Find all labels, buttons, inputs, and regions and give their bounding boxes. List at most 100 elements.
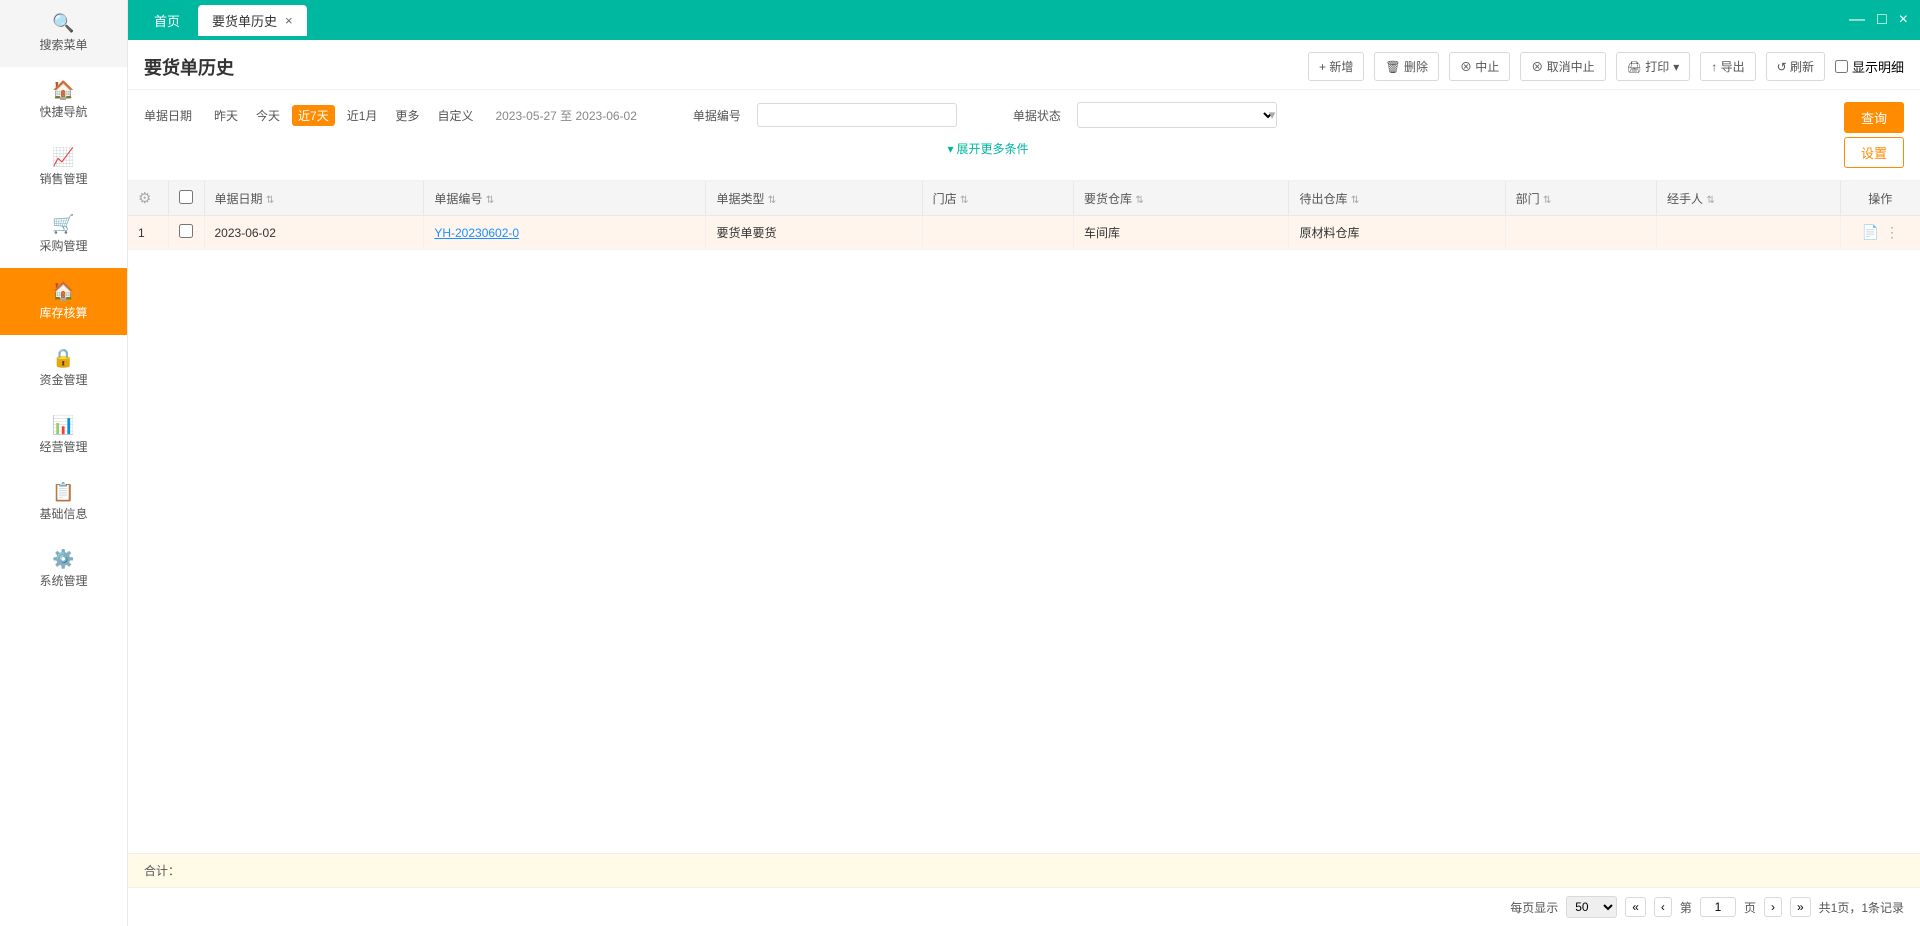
sidebar-item-finance[interactable]: 🔒 资金管理 xyxy=(0,335,127,402)
date-filter-label: 单据日期 xyxy=(144,107,192,124)
sort-pendingwarehouse-icon: ⇅ xyxy=(1351,195,1359,206)
cell-date: 2023-06-02 xyxy=(204,216,424,250)
topbar-close-icon[interactable]: × xyxy=(1899,11,1908,29)
query-button[interactable]: 查询 xyxy=(1844,102,1904,133)
cell-handler xyxy=(1657,216,1840,250)
sales-icon: 📈 xyxy=(52,148,74,166)
sidebar-item-sales[interactable]: 📈 销售管理 xyxy=(0,134,127,201)
export-button[interactable]: ↑ 导出 xyxy=(1700,52,1755,81)
row-more-icon[interactable]: ⋮ xyxy=(1885,224,1899,241)
col-department[interactable]: 部门 ⇅ xyxy=(1505,181,1656,216)
date-today[interactable]: 今天 xyxy=(250,105,286,126)
sidebar-item-search[interactable]: 🔍 搜索菜单 xyxy=(0,0,127,67)
page-label: 第 xyxy=(1680,899,1692,916)
settings-button[interactable]: 设置 xyxy=(1844,137,1904,168)
cell-index: 1 xyxy=(128,216,168,250)
sort-handler-icon: ⇅ xyxy=(1706,195,1714,206)
last-page-btn[interactable]: » xyxy=(1790,897,1811,917)
sidebar-item-label: 系统管理 xyxy=(39,572,87,589)
col-pending-warehouse[interactable]: 待出仓库 ⇅ xyxy=(1289,181,1505,216)
operation-icon: 📊 xyxy=(52,416,74,434)
filter-row-1: 单据日期 昨天 今天 近7天 近1月 更多 自定义 2023-05-27 至 2… xyxy=(144,102,1832,128)
current-tab[interactable]: 要货单历史 × xyxy=(198,5,307,36)
sidebar-item-label: 搜索菜单 xyxy=(39,36,87,53)
sidebar-item-label: 基础信息 xyxy=(39,505,87,522)
table-row: 1 2023-06-02 YH-20230602-0 要货单要货 车间库 原材料… xyxy=(128,216,1920,250)
sidebar-item-purchase[interactable]: 🛒 采购管理 xyxy=(0,201,127,268)
current-page-input[interactable] xyxy=(1700,897,1736,917)
inventory-icon: 🏠 xyxy=(52,282,74,300)
cell-checkbox[interactable] xyxy=(168,216,204,250)
system-icon: ⚙️ xyxy=(52,550,74,568)
sidebar-item-operation[interactable]: 📊 经营管理 xyxy=(0,402,127,469)
content-area: 要货单历史 + 新增 🗑 删除 ⊗ 中止 ⊗ 取消中止 🖨 打印 ▾ xyxy=(128,40,1920,926)
order-no-input[interactable] xyxy=(757,103,957,127)
table-container: ⚙ 单据日期 ⇅ 单据编号 ⇅ xyxy=(128,181,1920,853)
purchase-icon: 🛒 xyxy=(52,215,74,233)
col-date[interactable]: 单据日期 ⇅ xyxy=(204,181,424,216)
table-header-row: ⚙ 单据日期 ⇅ 单据编号 ⇅ xyxy=(128,181,1920,216)
topbar-minimize-icon[interactable]: — xyxy=(1849,11,1865,29)
settings-gear-icon[interactable]: ⚙ xyxy=(138,190,151,207)
sort-orderno-icon: ⇅ xyxy=(486,195,494,206)
date-7days[interactable]: 近7天 xyxy=(292,105,335,126)
print-button[interactable]: 🖨 打印 ▾ xyxy=(1616,52,1691,81)
next-page-btn[interactable]: › xyxy=(1764,897,1782,917)
prev-page-btn[interactable]: ‹ xyxy=(1654,897,1672,917)
home-icon: 🏠 xyxy=(52,81,74,99)
page-unit: 页 xyxy=(1744,899,1756,916)
show-detail-checkbox[interactable] xyxy=(1835,60,1848,73)
first-page-btn[interactable]: « xyxy=(1625,897,1646,917)
summary-label: 合计： xyxy=(144,864,180,878)
cell-store xyxy=(922,216,1073,250)
row-edit-icon[interactable]: 📄 xyxy=(1862,224,1879,241)
search-icon: 🔍 xyxy=(52,14,74,32)
expand-more-btn[interactable]: ▾ 展开更多条件 xyxy=(939,136,1036,161)
cancel-stop-button[interactable]: ⊗ 取消中止 xyxy=(1520,52,1605,81)
tab-close-icon[interactable]: × xyxy=(285,13,293,28)
sidebar-item-label: 快捷导航 xyxy=(39,103,87,120)
col-store[interactable]: 门店 ⇅ xyxy=(922,181,1073,216)
date-yesterday[interactable]: 昨天 xyxy=(208,105,244,126)
total-info: 共1页，1条记录 xyxy=(1819,899,1904,916)
sidebar-item-label: 经营管理 xyxy=(39,438,87,455)
date-range-display: 2023-05-27 至 2023-06-02 xyxy=(495,107,636,124)
col-handler[interactable]: 经手人 ⇅ xyxy=(1657,181,1840,216)
sort-dept-icon: ⇅ xyxy=(1543,195,1551,206)
sidebar-item-label: 库存核算 xyxy=(39,304,87,321)
sidebar-item-system[interactable]: ⚙️ 系统管理 xyxy=(0,536,127,603)
sidebar-item-basic-info[interactable]: 📋 基础信息 xyxy=(0,469,127,536)
stop-button[interactable]: ⊗ 中止 xyxy=(1449,52,1510,81)
cell-pending-warehouse: 原材料仓库 xyxy=(1289,216,1505,250)
new-button[interactable]: + 新增 xyxy=(1308,52,1364,81)
row-action-buttons: 📄 ⋮ xyxy=(1851,224,1911,241)
date-more[interactable]: 更多 xyxy=(389,105,425,126)
status-select[interactable] xyxy=(1077,102,1277,128)
date-1month[interactable]: 近1月 xyxy=(341,105,384,126)
sidebar-item-quick-nav[interactable]: 🏠 快捷导航 xyxy=(0,67,127,134)
page-header: 要货单历史 + 新增 🗑 删除 ⊗ 中止 ⊗ 取消中止 🖨 打印 ▾ xyxy=(128,40,1920,90)
col-order-type[interactable]: 单据类型 ⇅ xyxy=(706,181,922,216)
select-all-checkbox[interactable] xyxy=(179,190,193,204)
sidebar-item-inventory[interactable]: 🏠 库存核算 xyxy=(0,268,127,335)
col-order-no[interactable]: 单据编号 ⇅ xyxy=(424,181,706,216)
page-size-select[interactable]: 50 10 20 100 xyxy=(1566,896,1617,918)
pagination: 每页显示 50 10 20 100 « ‹ 第 页 › » 共1页，1条记录 xyxy=(128,887,1920,926)
topbar-maximize-icon[interactable]: □ xyxy=(1877,11,1887,29)
top-bar: 首页 要货单历史 × — □ × xyxy=(128,0,1920,40)
order-no-label: 单据编号 xyxy=(693,107,741,124)
col-checkbox[interactable] xyxy=(168,181,204,216)
col-ops: 操作 xyxy=(1840,181,1920,216)
cell-order-type: 要货单要货 xyxy=(706,216,922,250)
show-detail-toggle[interactable]: 显示明细 xyxy=(1835,57,1904,76)
col-req-warehouse[interactable]: 要货仓库 ⇅ xyxy=(1074,181,1289,216)
home-tab[interactable]: 首页 xyxy=(140,5,194,36)
cell-order-no[interactable]: YH-20230602-0 xyxy=(424,216,706,250)
cell-req-warehouse: 车间库 xyxy=(1074,216,1289,250)
main-area: 首页 要货单历史 × — □ × 要货单历史 + 新增 🗑 删除 ⊗ 中止 xyxy=(128,0,1920,926)
refresh-button[interactable]: ↺ 刷新 xyxy=(1766,52,1825,81)
date-custom[interactable]: 自定义 xyxy=(431,105,479,126)
row-checkbox[interactable] xyxy=(179,224,193,238)
delete-button[interactable]: 🗑 删除 xyxy=(1374,52,1439,81)
col-gear[interactable]: ⚙ xyxy=(128,181,168,216)
